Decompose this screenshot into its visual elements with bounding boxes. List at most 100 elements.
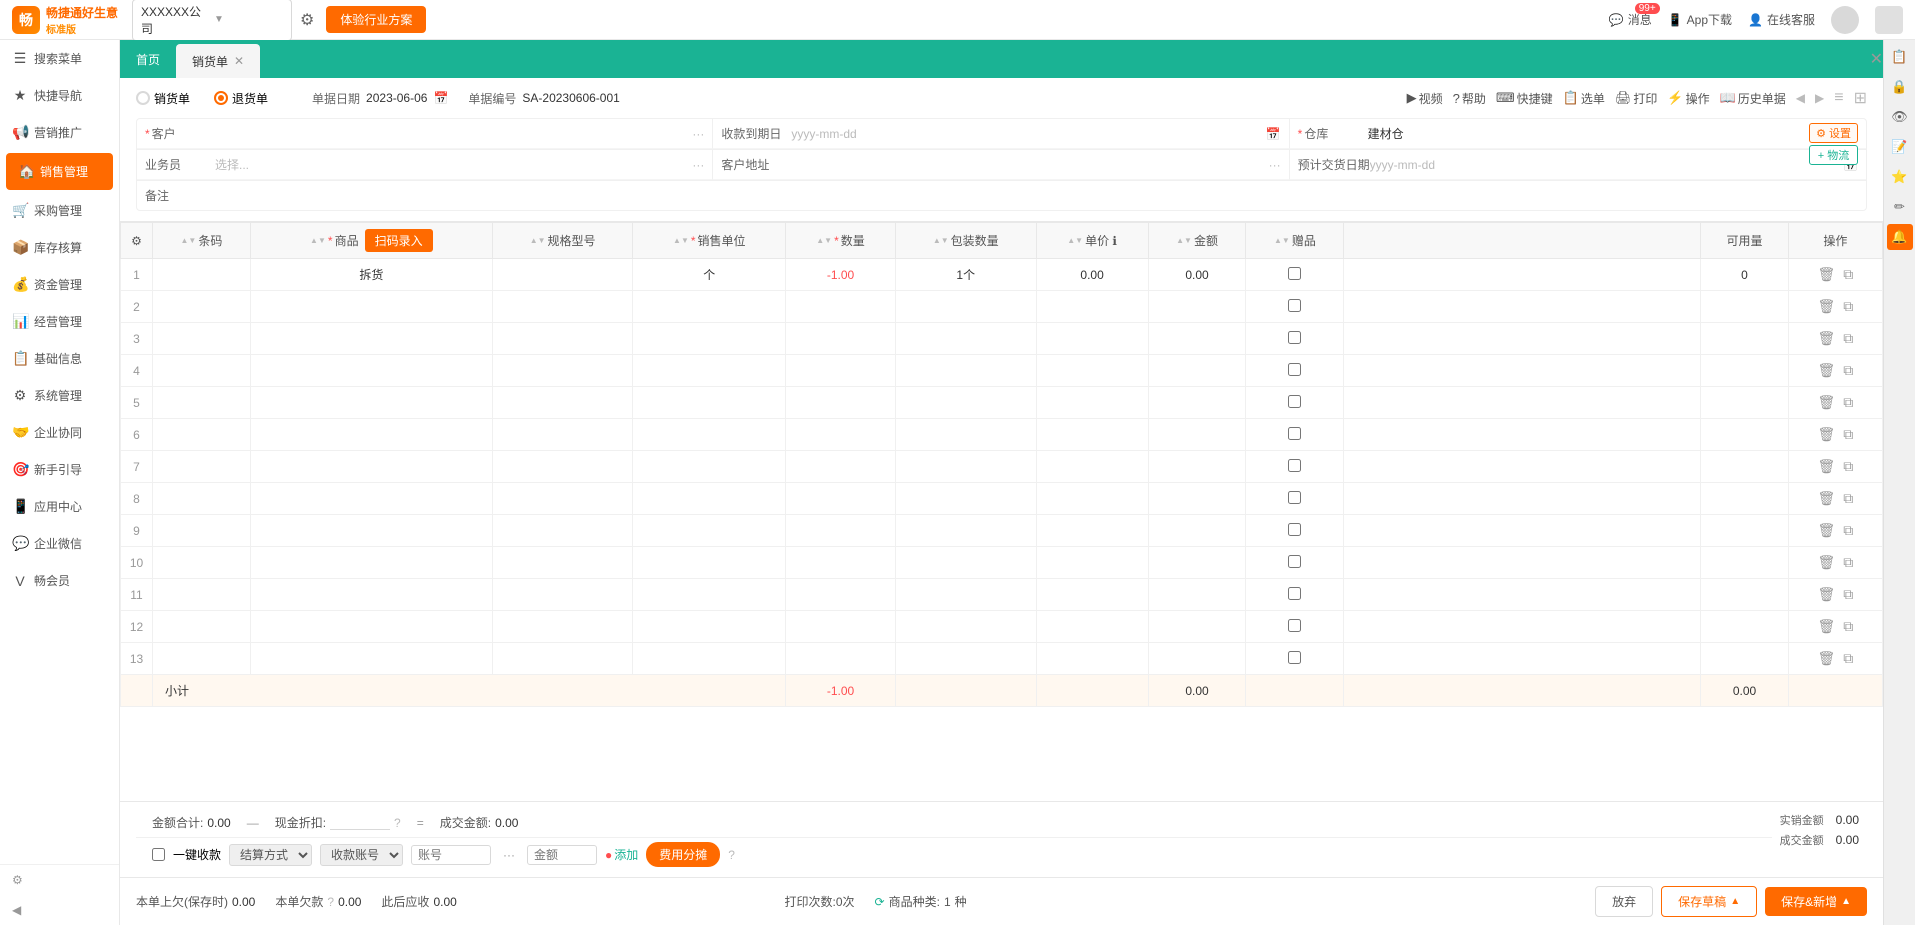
close-window-icon[interactable]: ✕ — [1870, 49, 1883, 69]
cell-unit-1[interactable]: 个 — [633, 259, 786, 291]
right-panel-item-4[interactable]: 📝 — [1887, 134, 1913, 160]
delete-row-5-btn[interactable]: 🗑 — [1815, 392, 1837, 413]
delete-row-7-btn[interactable]: 🗑 — [1815, 456, 1837, 477]
scan-btn[interactable]: 扫码录入 — [365, 229, 433, 252]
account-input[interactable] — [411, 845, 491, 865]
nav-prev-icon[interactable]: ◀ — [1796, 91, 1805, 105]
right-panel-item-2[interactable]: 🔒 — [1887, 74, 1913, 100]
sidebar-item-wechat[interactable]: 💬 企业微信 — [0, 525, 119, 562]
copy-row-7-btn[interactable]: ⧉ — [1841, 456, 1855, 477]
expense-help-icon[interactable]: ? — [728, 848, 735, 862]
warehouse-input[interactable] — [1368, 127, 1842, 141]
nav-next-icon[interactable]: ▶ — [1815, 91, 1824, 105]
sidebar-item-basic[interactable]: 📋 基础信息 — [0, 340, 119, 377]
delete-row-1-btn[interactable]: 🗑 — [1815, 264, 1837, 285]
cash-discount-help-icon[interactable]: ? — [394, 816, 401, 830]
customer-addr-input[interactable] — [791, 158, 1264, 172]
table-container[interactable]: ⚙ ▲▼条码 ▲▼*商品 扫码录入 ▲▼规格型号 — [120, 222, 1883, 801]
cell-price-1[interactable]: 0.00 — [1036, 259, 1148, 291]
sidebar-item-system[interactable]: ⚙ 系统管理 — [0, 377, 119, 414]
trial-button[interactable]: 体验行业方案 — [326, 6, 426, 33]
right-panel-item-6[interactable]: ✏ — [1887, 194, 1913, 220]
cell-amount-1[interactable]: 0.00 — [1148, 259, 1246, 291]
tab-close-icon[interactable]: ✕ — [234, 54, 244, 68]
addr-more-icon[interactable]: ··· — [1269, 158, 1281, 172]
account-select[interactable]: 收款账号 — [320, 844, 403, 866]
sidebar-item-members[interactable]: V 畅会员 — [0, 562, 119, 599]
copy-row-5-btn[interactable]: ⧉ — [1841, 392, 1855, 413]
user-menu[interactable] — [1875, 6, 1903, 34]
due-date-input[interactable] — [791, 127, 1261, 141]
th-gear[interactable]: ⚙ — [121, 223, 153, 259]
sidebar-settings-btn[interactable]: ⚙ — [0, 865, 119, 895]
copy-row-8-btn[interactable]: ⧉ — [1841, 488, 1855, 509]
cash-discount-input[interactable] — [330, 815, 390, 830]
delete-row-11-btn[interactable]: 🗑 — [1815, 584, 1837, 605]
grid-view-icon[interactable]: ⊞ — [1854, 88, 1867, 108]
cell-qty-1[interactable]: -1.00 — [786, 259, 896, 291]
user-avatar[interactable] — [1831, 6, 1859, 34]
help-btn[interactable]: ? 帮助 — [1453, 90, 1486, 107]
copy-row-6-btn[interactable]: ⧉ — [1841, 424, 1855, 445]
copy-row-3-btn[interactable]: ⧉ — [1841, 328, 1855, 349]
refresh-icon[interactable]: ⟳ — [875, 895, 885, 909]
sidebar-item-operations[interactable]: 📊 经营管理 — [0, 303, 119, 340]
sidebar-item-sales[interactable]: 🏠 销售管理 — [6, 153, 113, 190]
tab-home[interactable]: 首页 — [120, 40, 176, 78]
copy-row-11-btn[interactable]: ⧉ — [1841, 584, 1855, 605]
sidebar-item-guide[interactable]: 🎯 新手引导 — [0, 451, 119, 488]
expense-split-btn[interactable]: 费用分摊 — [646, 842, 720, 867]
sidebar-item-marketing[interactable]: 📢 营销推广 — [0, 114, 119, 151]
settings-btn[interactable]: ⚙ 设置 — [1809, 123, 1858, 143]
sidebar-item-purchase[interactable]: 🛒 采购管理 — [0, 192, 119, 229]
flow-btn[interactable]: + 物流 — [1809, 145, 1858, 165]
account-dots-icon[interactable]: ··· — [503, 848, 515, 862]
sidebar-collapse-btn[interactable]: ◀ — [0, 895, 119, 925]
delete-row-13-btn[interactable]: 🗑 — [1815, 648, 1837, 669]
customer-more-icon[interactable]: ··· — [692, 127, 704, 141]
delete-row-9-btn[interactable]: 🗑 — [1815, 520, 1837, 541]
cell-barcode-1[interactable] — [153, 259, 251, 291]
sidebar-item-inventory[interactable]: 📦 库存核算 — [0, 229, 119, 266]
sidebar-item-search[interactable]: ☰ 搜索菜单 — [0, 40, 119, 77]
radio-return[interactable]: 退货单 — [214, 90, 268, 107]
sidebar-item-apps[interactable]: 📱 应用中心 — [0, 488, 119, 525]
one-click-pay-checkbox[interactable] — [152, 848, 165, 861]
copy-row-9-btn[interactable]: ⧉ — [1841, 520, 1855, 541]
shortage-help-icon[interactable]: ? — [327, 895, 334, 909]
right-panel-item-5[interactable]: ⭐ — [1887, 164, 1913, 190]
radio-sales[interactable]: 销货单 — [136, 90, 190, 107]
cell-gift-1[interactable] — [1246, 259, 1344, 291]
delete-row-4-btn[interactable]: 🗑 — [1815, 360, 1837, 381]
shortcut-btn[interactable]: ⌨ 快捷键 — [1496, 90, 1553, 107]
select-order-btn[interactable]: 📋 选单 — [1563, 90, 1605, 107]
amount-input[interactable] — [527, 845, 597, 865]
doc-date-value[interactable]: 2023-06-06 — [366, 91, 427, 105]
right-panel-item-1[interactable]: 📋 — [1887, 44, 1913, 70]
company-selector[interactable]: XXXXXX公司 ▼ — [132, 0, 292, 41]
delete-row-8-btn[interactable]: 🗑 — [1815, 488, 1837, 509]
copy-row-13-btn[interactable]: ⧉ — [1841, 648, 1855, 669]
right-panel-item-3[interactable]: 👁 — [1887, 104, 1913, 130]
abandon-button[interactable]: 放弃 — [1595, 886, 1653, 917]
copy-row-4-btn[interactable]: ⧉ — [1841, 360, 1855, 381]
copy-row-2-btn[interactable]: ⧉ — [1841, 296, 1855, 317]
delete-row-2-btn[interactable]: 🗑 — [1815, 296, 1837, 317]
copy-row-1-btn[interactable]: ⧉ — [1841, 264, 1855, 285]
operations-btn[interactable]: ⚡ 操作 — [1667, 90, 1709, 107]
salesperson-input[interactable] — [215, 158, 688, 172]
calendar-icon[interactable]: 📅 — [433, 91, 448, 105]
add-payment-btn[interactable]: ● 添加 — [605, 846, 638, 863]
print-btn[interactable]: 🖨 打印 — [1615, 90, 1658, 107]
notification-bell[interactable]: 💬 消息 99+ — [1609, 11, 1652, 28]
gear-icon[interactable]: ⚙ — [300, 10, 314, 30]
sidebar-item-cooperation[interactable]: 🤝 企业协同 — [0, 414, 119, 451]
sidebar-item-finance[interactable]: 💰 资金管理 — [0, 266, 119, 303]
copy-row-12-btn[interactable]: ⧉ — [1841, 616, 1855, 637]
settlement-select[interactable]: 结算方式 — [229, 844, 312, 866]
remarks-input[interactable] — [215, 189, 1858, 203]
cell-product-1[interactable]: 拆货 — [250, 259, 492, 291]
delete-row-10-btn[interactable]: 🗑 — [1815, 552, 1837, 573]
cell-spec-1[interactable] — [492, 259, 633, 291]
delete-row-3-btn[interactable]: 🗑 — [1815, 328, 1837, 349]
